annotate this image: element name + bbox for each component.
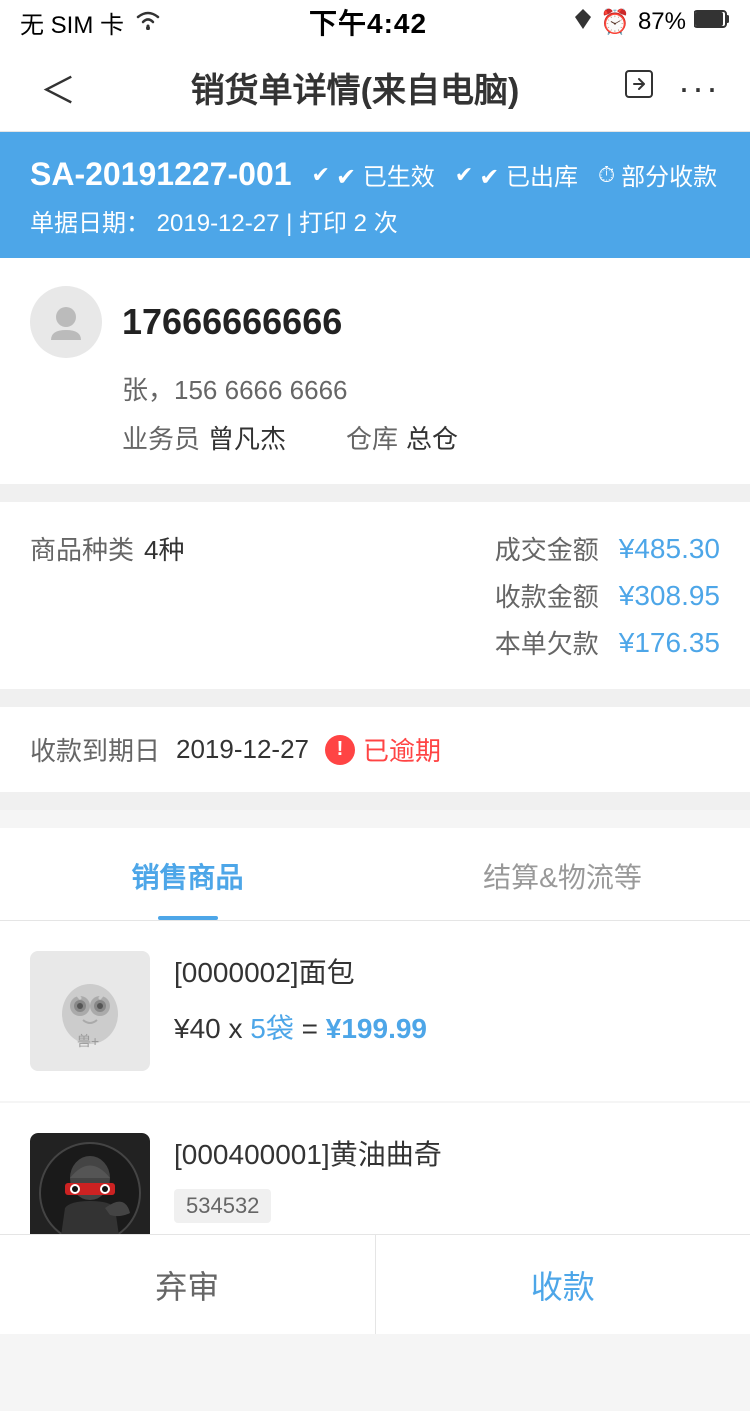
status-bar-left: 无 SIM 卡 (20, 5, 162, 40)
order-id: SA-20191227-001 (30, 156, 292, 193)
cancel-review-button[interactable]: 弃审 (0, 1235, 376, 1334)
overdue-text: 已逾期 (363, 731, 441, 768)
section-divider-3 (0, 792, 750, 810)
stats-amounts: 成交金额 ¥485.30 收款金额 ¥308.95 本单欠款 ¥176.35 (495, 530, 720, 661)
status-bar: 无 SIM 卡 下午4:42 ⏰ 87% (0, 0, 750, 44)
tabs-section: 销售商品 结算&物流等 (0, 828, 750, 921)
product-price-1: ¥40 x (174, 1013, 250, 1044)
overdue-icon: ! (325, 735, 355, 765)
stats-type: 商品种类 4种 (30, 530, 184, 567)
section-divider-1 (0, 484, 750, 502)
staff-info: 业务员 曾凡杰 (122, 419, 286, 456)
avatar (30, 286, 102, 358)
svg-text:兽+: 兽+ (77, 1033, 99, 1049)
tab-sales-goods-label: 销售商品 (131, 862, 243, 893)
product-name-1: [0000002]面包 (174, 951, 720, 991)
page-title: 销货单详情(来自电脑) (191, 63, 520, 112)
badge-partial-text: 部分收款 (621, 157, 717, 192)
staff-name: 曾凡杰 (208, 419, 286, 456)
warehouse-info: 仓库 总仓 (346, 419, 458, 456)
product-total-1: ¥199.99 (326, 1013, 427, 1044)
debt-value: ¥176.35 (619, 627, 720, 659)
product-name-2: [000400001]黄油曲奇 (174, 1133, 720, 1173)
debt-label: 本单欠款 (495, 624, 599, 661)
deal-value: ¥485.30 (619, 533, 720, 565)
tab-settlement-label: 结算&物流等 (483, 862, 642, 893)
deal-label: 成交金额 (495, 530, 599, 567)
collect-amount: 收款金额 ¥308.95 (495, 577, 720, 614)
type-count: 4种 (144, 530, 184, 567)
due-date-value: 2019-12-27 (176, 734, 309, 765)
order-header-row2: 单据日期： 2019-12-27 | 打印 2 次 (30, 203, 720, 238)
product-price-row-1: ¥40 x 5袋 = ¥199.99 (174, 1007, 720, 1047)
collect-button[interactable]: 收款 (376, 1235, 750, 1334)
warehouse-name: 总仓 (406, 419, 458, 456)
collect-value: ¥308.95 (619, 580, 720, 612)
badge-effective: ✔ ✔ 已生效 (312, 157, 435, 192)
warehouse-label: 仓库 (346, 419, 398, 456)
stats-row: 商品种类 4种 成交金额 ¥485.30 收款金额 ¥308.95 本单欠款 ¥… (30, 530, 720, 661)
due-label: 收款到期日 (30, 731, 160, 768)
customer-row: 17666666666 (30, 286, 720, 358)
customer-section: 17666666666 张，156 6666 6666 业务员 曾凡杰 仓库 总… (0, 258, 750, 484)
tab-settlement[interactable]: 结算&物流等 (375, 828, 750, 920)
clock-icon: ⏱ (598, 162, 615, 188)
badge-shipped: ✔ ✔ 已出库 (455, 157, 578, 192)
divider-bar: | (286, 210, 299, 237)
customer-info-row: 业务员 曾凡杰 仓库 总仓 (122, 419, 720, 456)
check-icon-1: ✔ (312, 162, 330, 188)
badge-partial: ⏱ 部分收款 (598, 157, 717, 192)
list-item: 兽+ [0000002]面包 ¥40 x 5袋 = ¥199.99 (0, 921, 750, 1101)
print-info: 打印 2 次 (299, 210, 398, 237)
staff-label: 业务员 (122, 419, 200, 456)
date-label: 单据日期： (30, 210, 150, 237)
customer-name: 17666666666 (122, 301, 342, 343)
deal-amount: 成交金额 ¥485.30 (495, 530, 720, 567)
product-info-1: [0000002]面包 ¥40 x 5袋 = ¥199.99 (174, 951, 720, 1047)
location-icon (574, 8, 592, 37)
badge-effective-text: ✔ 已生效 (336, 157, 435, 192)
product-eq-1: = (302, 1013, 326, 1044)
bottom-bar: 弃审 收款 (0, 1234, 750, 1334)
back-button[interactable]: ＜ (30, 52, 86, 124)
badge-shipped-text: ✔ 已出库 (479, 157, 578, 192)
order-header: SA-20191227-001 ✔ ✔ 已生效 ✔ ✔ 已出库 ⏱ 部分收款 单… (0, 132, 750, 258)
wifi-icon (134, 8, 162, 37)
status-bar-right: ⏰ 87% (574, 8, 730, 37)
collect-label: 收款 (531, 1262, 595, 1308)
product-thumb-1: 兽+ (30, 951, 150, 1071)
alarm-icon: ⏰ (600, 8, 630, 37)
product-sku-2: 534532 (174, 1189, 271, 1223)
type-label: 商品种类 (30, 530, 134, 567)
stats-section: 商品种类 4种 成交金额 ¥485.30 收款金额 ¥308.95 本单欠款 ¥… (0, 502, 750, 689)
due-section: 收款到期日 2019-12-27 ! 已逾期 (0, 707, 750, 792)
battery-icon (694, 8, 730, 36)
section-divider-2 (0, 689, 750, 707)
debt-amount: 本单欠款 ¥176.35 (495, 624, 720, 661)
customer-sub: 张，156 6666 6666 (122, 370, 720, 407)
cancel-review-label: 弃审 (155, 1262, 219, 1308)
overdue-badge: ! 已逾期 (325, 731, 441, 768)
order-header-row1: SA-20191227-001 ✔ ✔ 已生效 ✔ ✔ 已出库 ⏱ 部分收款 (30, 156, 720, 193)
product-qty-1: 5袋 (250, 1013, 294, 1044)
more-icon[interactable]: ··· (678, 67, 720, 109)
nav-actions: ··· (624, 67, 720, 109)
battery-percent: 87% (638, 8, 686, 36)
tab-sales-goods[interactable]: 销售商品 (0, 828, 375, 920)
order-date: 2019-12-27 (157, 210, 280, 237)
check-icon-2: ✔ (455, 162, 473, 188)
collect-label: 收款金额 (495, 577, 599, 614)
share-icon[interactable] (624, 69, 654, 107)
status-bar-time: 下午4:42 (309, 2, 427, 42)
sim-status: 无 SIM 卡 (20, 5, 124, 40)
nav-bar: ＜ 销货单详情(来自电脑) ··· (0, 44, 750, 132)
